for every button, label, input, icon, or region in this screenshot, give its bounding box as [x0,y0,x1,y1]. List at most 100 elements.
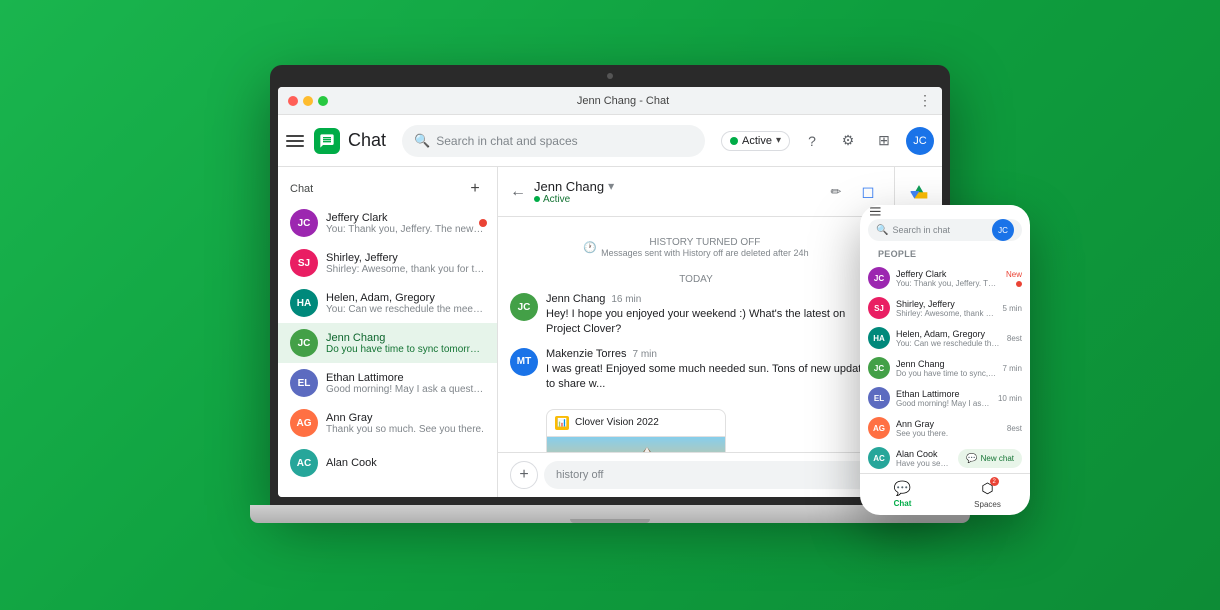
new-chat-btn[interactable]: 💬 New chat [958,449,1022,468]
chat-bubble-icon: 💬 [966,453,977,464]
chat-section-title: Chat [290,183,313,195]
contact-avatar: HA [290,289,318,317]
maximize-window-btn[interactable] [318,96,328,106]
top-bar-actions: Active ▾ ? ⚙ ⊞ JC [721,127,934,155]
sidebar-item-ethan[interactable]: EL Ethan Lattimore Good morning! May I a… [278,363,497,403]
phone-contact-helen[interactable]: HA Helen, Adam, Gregory You: Can we resc… [860,323,1030,353]
phone-avatar: JC [868,357,890,379]
window-controls [288,96,328,106]
new-chat-label: New chat [981,454,1014,463]
sidebar-item-ann[interactable]: AG Ann Gray Thank you so much. See you t… [278,403,497,443]
phone-contact-name: Jeffery Clark [896,269,1000,279]
back-btn[interactable]: ← [510,183,526,201]
add-space-btn[interactable]: + [465,495,485,497]
phone-contact-info: Jenn Chang Do you have time to sync, tom… [896,359,996,378]
sidebar-item-alan[interactable]: AC Alan Cook [278,443,497,483]
message-content-card: 📊 Clover Vision 2022 [546,403,882,452]
phone-contact-name: Ann Gray [896,419,1001,429]
apps-btn[interactable]: ⊞ [870,127,898,155]
message-content: Jenn Chang 16 min Hey! I hope you enjoye… [546,293,882,338]
contact-avatar: JC [290,329,318,357]
phone-contact-ethan[interactable]: EL Ethan Lattimore Good morning! May I a… [860,383,1030,413]
laptop-base [250,505,970,523]
phone-nav-spaces[interactable]: ⬡ 2 Spaces [945,474,1030,515]
minimize-window-btn[interactable] [303,96,313,106]
sidebar-item-helen[interactable]: HA Helen, Adam, Gregory You: Can we resc… [278,283,497,323]
contact-preview: Do you have time to sync tomorrow mor... [326,344,485,355]
phone-contact-shirley[interactable]: SJ Shirley, Jeffery Shirley: Awesome, th… [860,293,1030,323]
phone-contact-alan[interactable]: AC Alan Cook Have you seen that Jack sys… [860,443,1030,473]
message-row-card: 📊 Clover Vision 2022 [510,403,882,452]
hamburger-menu-btn[interactable] [286,131,306,151]
help-btn[interactable]: ? [798,127,826,155]
phone-contact-ann[interactable]: AG Ann Gray See you there. 8est [860,413,1030,443]
window-title: Jenn Chang - Chat [577,95,669,107]
app-title: Chat [348,130,386,151]
chat-section-header[interactable]: Chat + [278,175,497,203]
phone-contact-name: Alan Cook [896,449,952,459]
phone-contact-jeffery[interactable]: JC Jeffery Clark You: Thank you, Jeffery… [860,263,1030,293]
chat-nav-label: Chat [894,499,912,508]
settings-btn[interactable]: ⚙ [834,127,862,155]
phone-section-row: PEOPLE [860,245,1030,263]
phone-bottom-nav: 💬 Chat ⬡ 2 Spaces [860,473,1030,515]
chat-settings-btn[interactable]: ◻ [854,178,882,206]
status-badge[interactable]: Active ▾ [721,131,790,151]
phone-contact-preview: You: Thank you, Jeffery. The newe... [896,279,1000,288]
contact-info: Alan Cook [326,457,485,469]
laptop-camera [607,73,613,79]
history-off-icon: 🕐 [583,241,597,254]
history-notice: 🕐 HISTORY TURNED OFF Messages sent with … [510,229,882,266]
search-bar[interactable]: 🔍 Search in chat and spaces [402,125,705,157]
add-attachment-btn[interactable]: + [510,461,538,489]
phone-contact-time: 7 min [1002,364,1022,373]
contact-preview: Thank you so much. See you there. [326,424,485,435]
user-avatar[interactable]: JC [906,127,934,155]
message-sender: Jenn Chang [546,293,605,305]
spaces-badge: ⬡ 2 [981,480,993,498]
spaces-nav-label: Spaces [974,500,1001,509]
status-text: Active [742,135,772,147]
close-window-btn[interactable] [288,96,298,106]
date-divider: TODAY [510,274,882,285]
phone-nav-chat[interactable]: 💬 Chat [860,474,945,515]
phone-avatar: JC [868,267,890,289]
phone-user-avatar[interactable]: JC [992,219,1014,241]
phone-avatar: AG [868,417,890,439]
sidebar-item-jeffery-clark[interactable]: JC Jeffery Clark You: Thank you, Jeffery… [278,203,497,243]
chat-input-area: + history off [498,452,894,497]
phone-search-bar[interactable]: 🔍 Search in chat JC [868,219,1022,241]
contact-preview: You: Thank you, Jeffery. The newe... [326,224,485,235]
main-area: Chat + JC Jeffery Clark You: Thank you, … [278,167,942,497]
window-menu-icon[interactable]: ⋮ [918,92,932,109]
contact-avatar: AC [290,449,318,477]
contact-name: Alan Cook [326,457,485,469]
phone-search-icon: 🔍 [876,225,888,236]
message-time: 7 min [633,349,657,360]
contact-preview: Shirley: Awesome, thank you for the... [326,264,485,275]
message-row: MT Makenzie Torres 7 min I was great! En… [510,348,882,393]
phone-contact-name: Jenn Chang [896,359,996,369]
hamburger-icon [870,205,884,219]
chat-contact-status: Active [534,194,814,205]
edit-chat-btn[interactable]: ✏ [822,178,850,206]
contact-info: Jenn Chang Do you have time to sync tomo… [326,332,485,355]
sidebar-item-shirley[interactable]: SJ Shirley, Jeffery Shirley: Awesome, th… [278,243,497,283]
phone-contact-preview: You: Can we reschedule the meeting fo... [896,339,1001,348]
sidebar-item-jenn-chang[interactable]: JC Jenn Chang Do you have time to sync t… [278,323,497,363]
message-card[interactable]: 📊 Clover Vision 2022 [546,409,726,452]
phone-contact-info: Ethan Lattimore Good morning! May I ask … [896,389,992,408]
contact-preview: Good morning! May I ask a question? [326,384,485,395]
chat-input[interactable]: history off [544,461,882,489]
add-chat-btn[interactable]: + [465,179,485,199]
chat-area: ← Jenn Chang ▾ Active [498,167,894,497]
phone-search-placeholder: Search in chat [892,225,950,235]
google-drive-icon[interactable] [903,175,935,207]
phone-contact-jenn[interactable]: JC Jenn Chang Do you have time to sync, … [860,353,1030,383]
contact-avatar: SJ [290,249,318,277]
spaces-section-header[interactable]: Spaces + [278,491,497,497]
phone-status-bar [860,205,1030,219]
card-image: 2022+ CloverVision ▶ [547,437,726,452]
contact-name: Jeffery Clark [326,212,485,224]
app-logo [314,128,340,154]
